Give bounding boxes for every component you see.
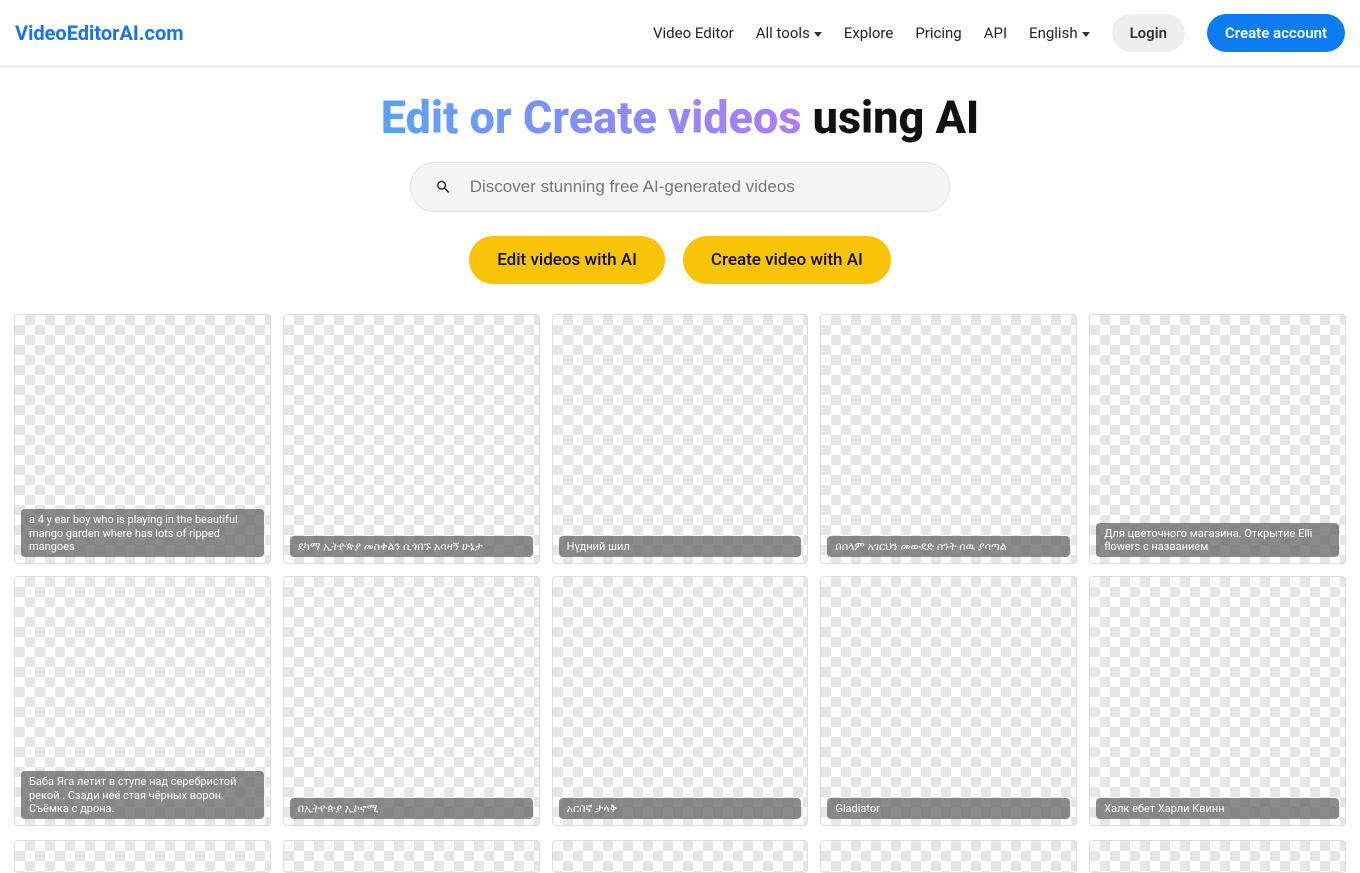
hero-title-plain: using AI — [801, 91, 979, 144]
nav: Video Editor All tools Explore Pricing A… — [653, 14, 1345, 52]
create-account-button[interactable]: Create account — [1207, 14, 1345, 52]
video-card[interactable]: ደካማ ኢትዮጵያ መስቀልን ሲጎበኙ አሳዛኝ ሁኔታ — [283, 314, 540, 564]
video-card[interactable]: Нүдний шил — [552, 314, 809, 564]
login-button[interactable]: Login — [1112, 14, 1185, 52]
video-caption: Нүдний шил — [559, 536, 802, 557]
create-video-button[interactable]: Create video with AI — [683, 236, 891, 284]
search-bar[interactable] — [410, 162, 950, 212]
logo[interactable]: VideoEditorAI.com — [15, 21, 184, 45]
video-card[interactable]: a 4 y ear boy who is playing in the beau… — [14, 314, 271, 564]
nav-language[interactable]: English — [1029, 24, 1090, 42]
video-caption: ደካማ ኢትዮጵያ መስቀልን ሲጎበኙ አሳዛኝ ሁኔታ — [290, 536, 533, 557]
video-card[interactable] — [283, 840, 540, 873]
video-card[interactable]: Баба Яга летит в ступе над серебристой р… — [14, 576, 271, 826]
cta-row: Edit videos with AI Create video with AI — [0, 236, 1360, 284]
edit-videos-button[interactable]: Edit videos with AI — [469, 236, 665, 284]
nav-explore[interactable]: Explore — [844, 24, 894, 42]
video-caption: Gladiator — [827, 798, 1070, 819]
video-card[interactable]: Gladiator — [820, 576, 1077, 826]
video-caption: Халк ебет Харли Квинн — [1096, 798, 1339, 819]
hero: Edit or Create videos using AI Edit vide… — [0, 67, 1360, 314]
nav-all-tools[interactable]: All tools — [756, 24, 822, 42]
hero-title-gradient: Edit or Create videos — [381, 91, 802, 144]
hero-title: Edit or Create videos using AI — [0, 91, 1360, 144]
video-grid-row3 — [0, 840, 1360, 873]
video-card[interactable]: በኢትዮጵያ ኢኮኖሚ — [283, 576, 540, 826]
video-card[interactable] — [1089, 840, 1346, 873]
nav-language-label: English — [1029, 24, 1078, 42]
video-card[interactable] — [14, 840, 271, 873]
nav-api[interactable]: API — [984, 24, 1007, 42]
video-card[interactable] — [820, 840, 1077, 873]
video-caption: አርበኛ ታላቅ — [559, 798, 802, 819]
nav-all-tools-label: All tools — [756, 24, 810, 42]
video-card[interactable]: በሰላም አገርህን መውደድ ስንት ሰዉ ያሳጣል — [820, 314, 1077, 564]
nav-video-editor[interactable]: Video Editor — [653, 24, 734, 42]
chevron-down-icon — [1082, 32, 1090, 37]
video-card[interactable]: አርበኛ ታላቅ — [552, 576, 809, 826]
video-card[interactable]: Для цветочного магазина. Открытие Elli f… — [1089, 314, 1346, 564]
video-card[interactable]: Халк ебет Харли Квинн — [1089, 576, 1346, 826]
chevron-down-icon — [814, 32, 822, 37]
video-caption: በሰላም አገርህን መውደድ ስንት ሰዉ ያሳጣል — [827, 536, 1070, 557]
video-grid: a 4 y ear boy who is playing in the beau… — [0, 314, 1360, 840]
video-caption: Для цветочного магазина. Открытие Elli f… — [1096, 523, 1339, 557]
header: VideoEditorAI.com Video Editor All tools… — [0, 0, 1360, 67]
video-caption: በኢትዮጵያ ኢኮኖሚ — [290, 798, 533, 819]
search-icon — [435, 178, 452, 196]
video-caption: a 4 y ear boy who is playing in the beau… — [21, 509, 264, 557]
nav-pricing[interactable]: Pricing — [915, 24, 961, 42]
search-input[interactable] — [470, 177, 925, 197]
video-caption: Баба Яга летит в ступе над серебристой р… — [21, 771, 264, 819]
video-card[interactable] — [552, 840, 809, 873]
